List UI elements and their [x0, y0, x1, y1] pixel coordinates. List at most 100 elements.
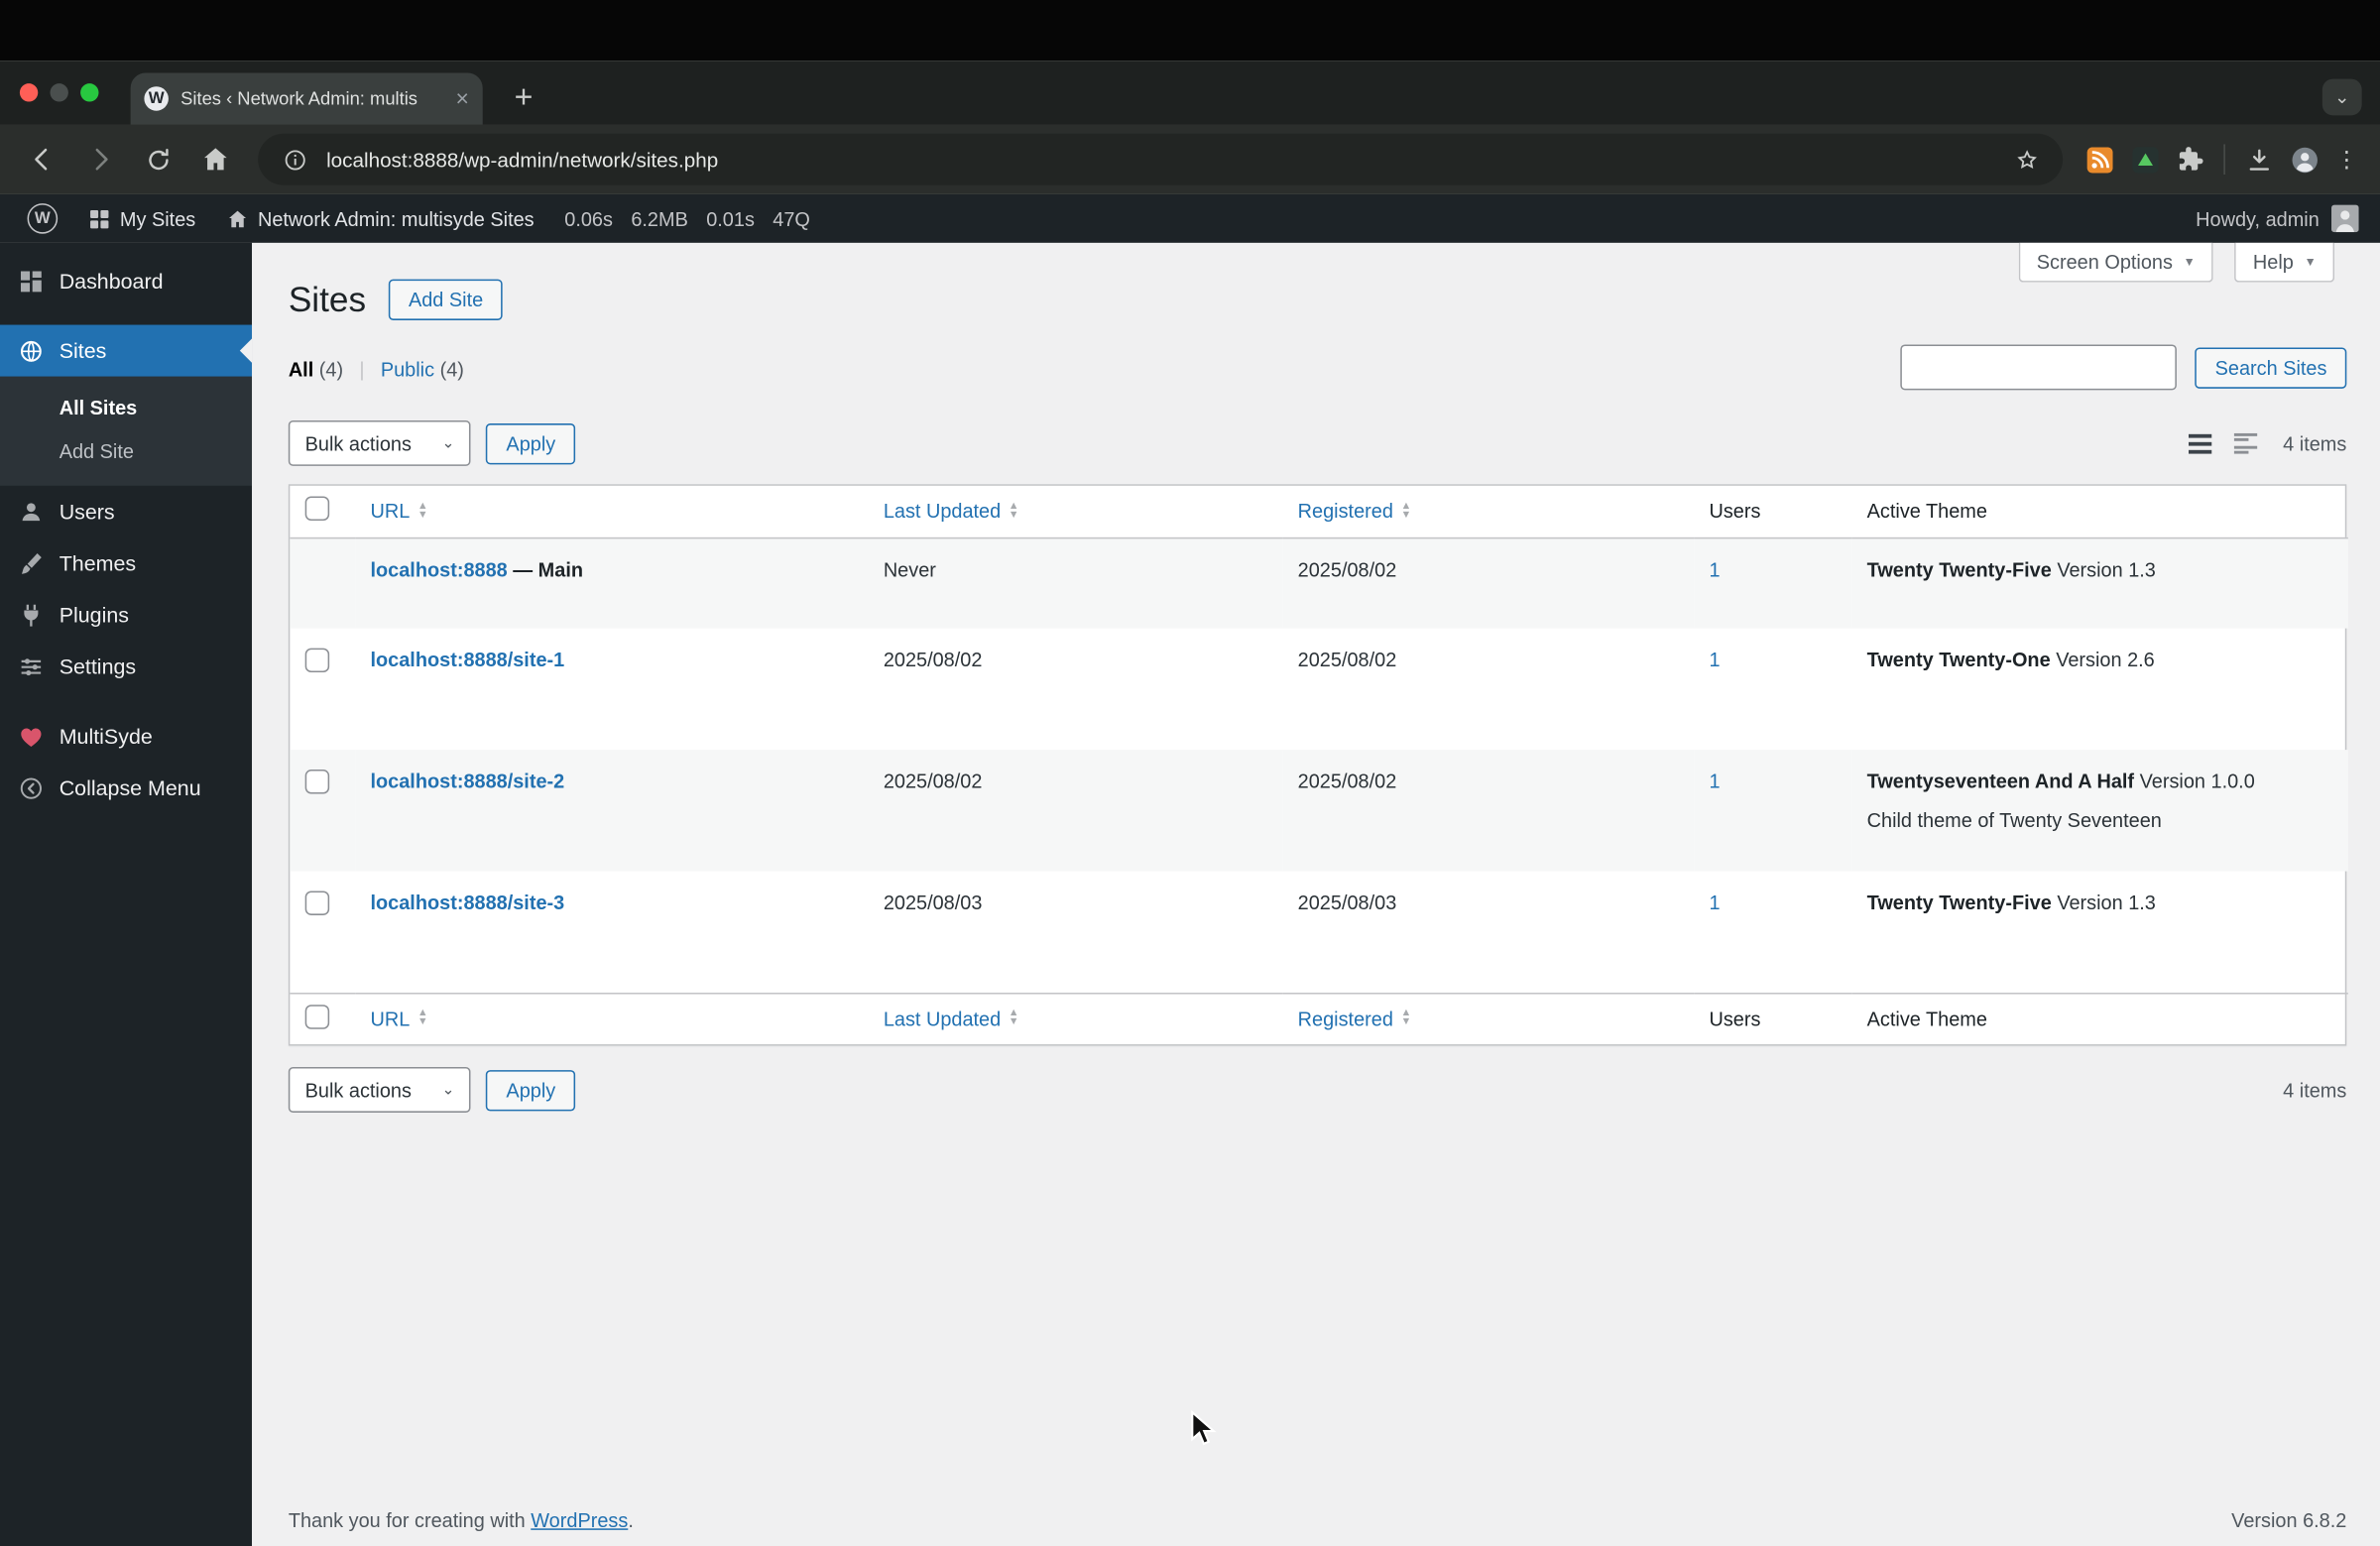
address-bar[interactable]: localhost:8888/wp-admin/network/sites.ph… [258, 133, 2064, 185]
reload-icon[interactable] [134, 135, 182, 183]
sidebar-item-themes[interactable]: Themes [0, 537, 252, 589]
apply-button-bottom[interactable]: Apply [486, 1069, 576, 1111]
howdy-label: Howdy, admin [2196, 206, 2320, 230]
menu-separator [0, 692, 252, 710]
plugins-icon [15, 600, 46, 631]
screen-meta-links: Screen Options ▼ Help ▼ [2018, 242, 2335, 283]
sidebar-item-users[interactable]: Users [0, 486, 252, 537]
extension-badge-icon[interactable] [2126, 141, 2163, 178]
home-icon[interactable] [191, 135, 240, 183]
apply-button[interactable]: Apply [486, 422, 576, 464]
minimize-window-button[interactable] [50, 83, 68, 102]
sidebar-label-sites: Sites [59, 338, 107, 363]
tab-close-icon[interactable]: × [456, 85, 469, 111]
sort-by-registered[interactable]: Registered ▲ ▼ [1298, 500, 1412, 523]
footer-period: . [628, 1508, 634, 1532]
select-all-checkbox[interactable] [304, 1004, 330, 1029]
site-row: localhost:8888/site-2 2025/08/02 2025/08… [290, 750, 2348, 872]
new-tab-button[interactable]: + [501, 76, 546, 122]
select-site-checkbox[interactable] [304, 770, 330, 794]
rss-extension-icon[interactable] [2081, 141, 2117, 178]
excerpt-view-icon[interactable] [2228, 426, 2262, 460]
sort-by-url[interactable]: URL ▲ ▼ [370, 1008, 427, 1030]
users-count-link[interactable]: 1 [1709, 770, 1720, 792]
screen-options-button[interactable]: Screen Options ▼ [2018, 242, 2214, 283]
extensions-puzzle-icon[interactable] [2172, 141, 2208, 178]
sort-by-last-updated[interactable]: Last Updated ▲ ▼ [884, 1008, 1019, 1030]
add-site-button[interactable]: Add Site [389, 279, 504, 320]
registered-value: 2025/08/03 [1297, 891, 1397, 914]
wordpress-link[interactable]: WordPress [531, 1508, 628, 1531]
submenu-item-add-site[interactable]: Add Site [0, 429, 252, 473]
site-info-icon[interactable] [277, 141, 313, 178]
main-site-label: — Main [507, 557, 584, 581]
howdy-account-menu[interactable]: Howdy, admin [2196, 204, 2365, 233]
zoom-window-button[interactable] [80, 83, 99, 102]
search-sites-button[interactable]: Search Sites [2195, 346, 2347, 389]
wordpress-logo-icon: W [27, 203, 59, 234]
query-monitor-stats[interactable]: 0.06s 6.2MB 0.01s 47Q [564, 207, 810, 230]
bulk-actions-value: Bulk actions [304, 1078, 412, 1102]
list-view-icon[interactable] [2183, 426, 2216, 460]
profile-avatar[interactable] [2286, 141, 2322, 178]
search-sites-input[interactable] [1900, 344, 2178, 391]
back-icon[interactable] [18, 135, 66, 183]
network-admin-site-label: Network Admin: multisyde Sites [257, 206, 535, 230]
sidebar-item-collapse-menu[interactable]: Collapse Menu [0, 762, 252, 813]
select-site-checkbox[interactable] [304, 891, 330, 915]
browser-tab[interactable]: W Sites ‹ Network Admin: multis × [130, 72, 483, 125]
view-filters: All (4) | Public (4) [289, 358, 464, 390]
qm-queries: 47Q [773, 206, 810, 230]
last-updated-value: Never [883, 557, 936, 581]
downloads-icon[interactable] [2240, 141, 2277, 178]
bulk-actions-value: Bulk actions [304, 431, 412, 455]
my-sites-menu[interactable]: My Sites [76, 194, 208, 243]
settings-icon [15, 652, 46, 682]
sort-by-registered[interactable]: Registered ▲ ▼ [1298, 1008, 1412, 1030]
bulk-actions-select[interactable]: Bulk actions ⌄ [288, 419, 472, 466]
network-admin-site-menu[interactable]: Network Admin: multisyde Sites [214, 194, 546, 243]
column-header-last-updated: Last Updated [883, 499, 1002, 523]
close-window-button[interactable] [19, 83, 39, 102]
page-title: Sites [288, 279, 367, 319]
help-button[interactable]: Help ▼ [2234, 242, 2335, 283]
sidebar-item-settings[interactable]: Settings [0, 641, 252, 692]
sidebar-item-dashboard[interactable]: Dashboard [0, 255, 252, 306]
site-link[interactable]: localhost:8888/site-1 [370, 649, 564, 671]
registered-value: 2025/08/02 [1297, 648, 1397, 671]
bookmark-star-icon[interactable] [2008, 141, 2045, 178]
forward-icon[interactable] [76, 135, 125, 183]
site-link[interactable]: localhost:8888 [370, 557, 507, 580]
sidebar-label-themes: Themes [59, 550, 137, 576]
filter-public[interactable]: Public [381, 358, 434, 381]
footer-version: Version 6.8.2 [2231, 1508, 2347, 1532]
tab-search-button[interactable]: ⌄ [2321, 78, 2362, 116]
sidebar-label-plugins: Plugins [59, 602, 129, 628]
tab-title: Sites ‹ Network Admin: multis [180, 87, 417, 110]
wordpress-favicon-icon: W [144, 86, 169, 111]
registered-value: 2025/08/02 [1297, 557, 1397, 581]
site-link[interactable]: localhost:8888/site-3 [370, 891, 564, 913]
browser-tabstrip: W Sites ‹ Network Admin: multis × + ⌄ [0, 60, 2380, 125]
users-count-link[interactable]: 1 [1709, 557, 1720, 580]
users-count-link[interactable]: 1 [1709, 649, 1720, 671]
submenu-item-all-sites[interactable]: All Sites [0, 386, 252, 429]
site-link[interactable]: localhost:8888/site-2 [370, 770, 564, 792]
sidebar-item-sites[interactable]: Sites [0, 324, 253, 377]
browser-menu-kebab-icon[interactable]: ⋮ [2331, 146, 2362, 173]
user-avatar [2331, 204, 2359, 233]
wp-logo-menu[interactable]: W [15, 194, 69, 243]
search-sites-form: Search Sites [1900, 344, 2347, 391]
users-count-link[interactable]: 1 [1709, 891, 1720, 913]
sidebar-item-plugins[interactable]: Plugins [0, 589, 252, 641]
bulk-actions-select-bottom[interactable]: Bulk actions ⌄ [288, 1067, 472, 1113]
select-site-checkbox[interactable] [304, 648, 330, 673]
theme-name: Twenty Twenty-Five [1866, 891, 2052, 914]
select-all-checkbox[interactable] [304, 496, 330, 522]
column-header-active-theme: Active Theme [1866, 1007, 1987, 1030]
filter-all[interactable]: All [289, 358, 313, 381]
qm-query-time: 0.01s [706, 206, 755, 230]
sort-by-url[interactable]: URL ▲ ▼ [370, 500, 427, 523]
sidebar-item-multisyde[interactable]: MultiSyde [0, 710, 252, 762]
sort-by-last-updated[interactable]: Last Updated ▲ ▼ [884, 500, 1019, 523]
